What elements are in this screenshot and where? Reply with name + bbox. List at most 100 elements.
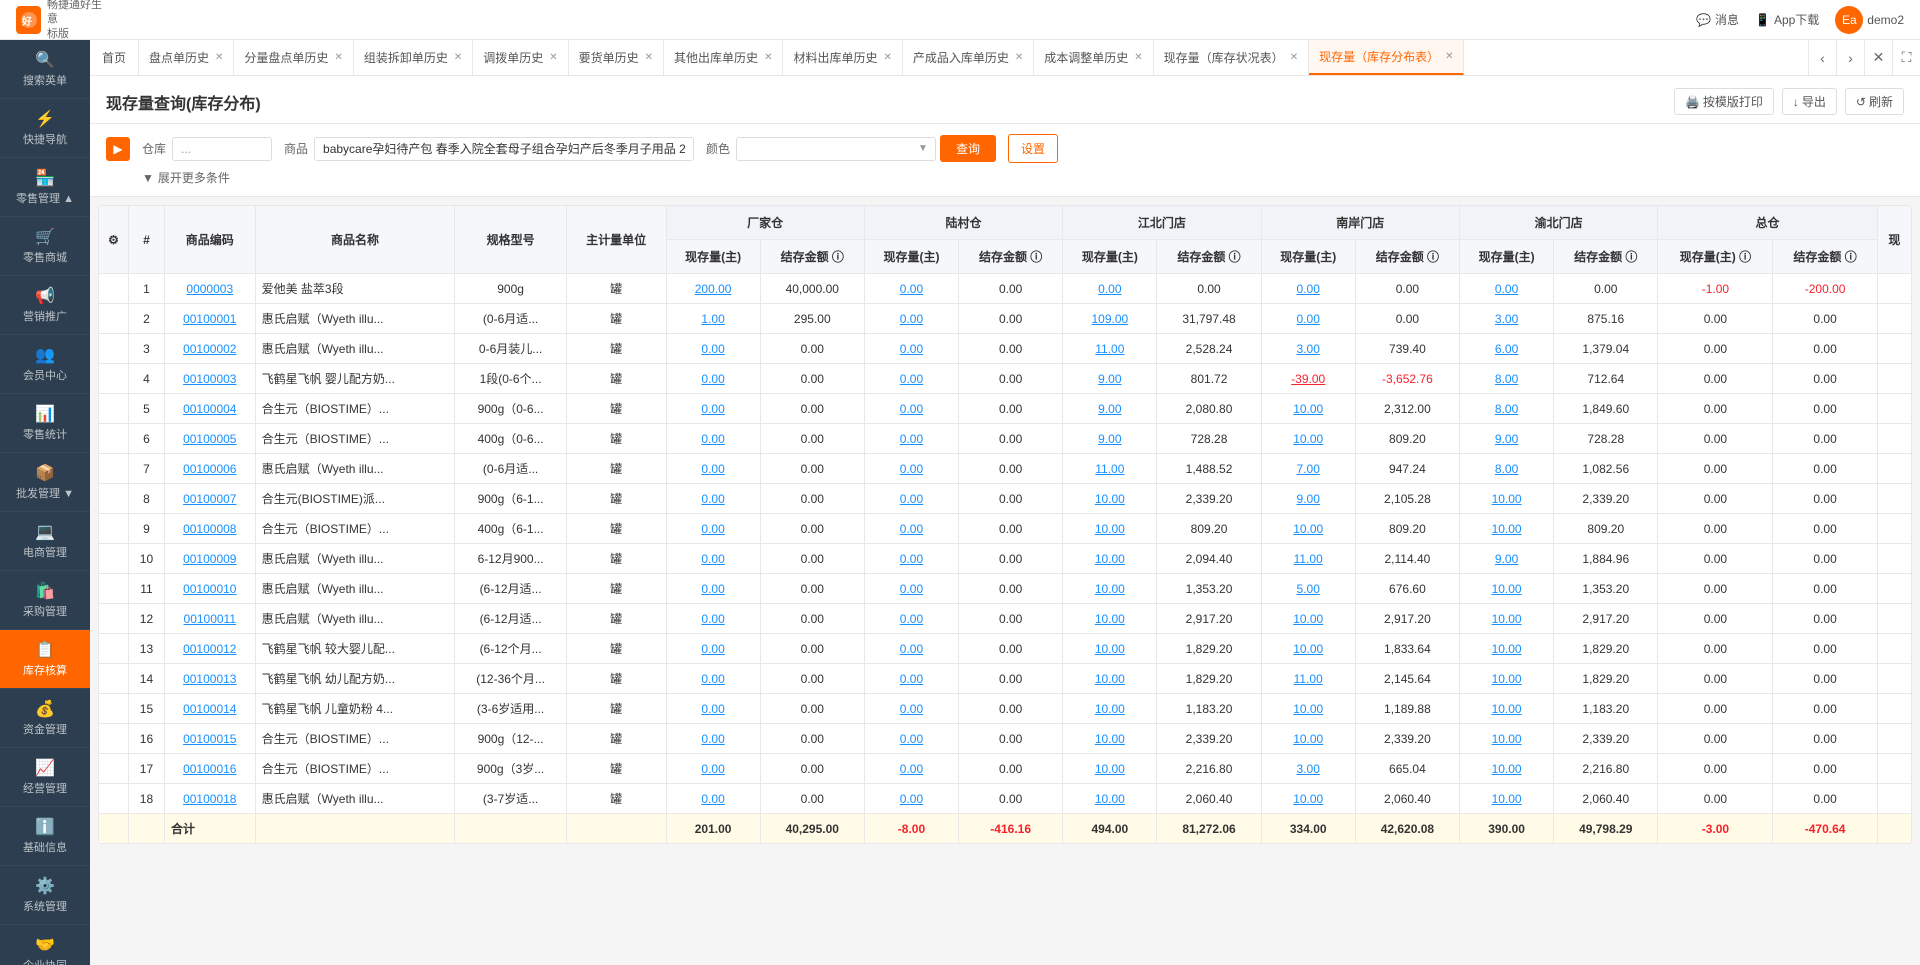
tab-close-icon[interactable]: ✕ (1015, 52, 1023, 63)
th-total-qty: 现存量(主) ⓘ (1658, 240, 1773, 274)
tab-cost-adjust[interactable]: 成本调整单历史 ✕ (1034, 40, 1153, 75)
tab-close-icon[interactable]: ✕ (549, 52, 557, 63)
system-icon: ⚙️ (0, 876, 90, 896)
member-icon: 👥 (0, 345, 90, 365)
th-lcc-qty: 现存量(主) (864, 240, 958, 274)
top-right-actions: 💬 消息 📱 App下载 Ea demo2 (1696, 6, 1904, 34)
th-namd-group: 南岸门店 (1261, 206, 1459, 240)
tab-other-out[interactable]: 其他出库单历史 ✕ (664, 40, 783, 75)
sidebar-item-quick-nav[interactable]: ⚡ 快捷导航 (0, 99, 90, 158)
filter-bar: ▶ 仓库 商品 颜色 ▼ 查询 设置 ▼ 展开更多条件 (90, 124, 1920, 197)
th-total-amt: 结存金额 ⓘ (1773, 240, 1877, 274)
top-bar: 好 畅捷通好生意 标版 💬 消息 📱 App下载 Ea demo2 (0, 0, 1920, 40)
tab-close-icon[interactable]: ✕ (334, 52, 342, 63)
th-unit: 主计量单位 (566, 206, 666, 274)
sidebar-item-system[interactable]: ⚙️ 系统管理 (0, 866, 90, 925)
th-settings: ⚙ (99, 206, 129, 274)
table-row: 200100001惠氏启赋（Wyeth illu...(0-6月适...罐1.0… (99, 304, 1912, 334)
tab-material-out[interactable]: 材料出库单历史 ✕ (783, 40, 902, 75)
table-row: 1600100015合生元（BIOSTIME）...900g（12-...罐0.… (99, 724, 1912, 754)
search-btn[interactable]: 查询 (940, 135, 996, 162)
expand-more-conditions[interactable]: ▼ 展开更多条件 (142, 169, 1904, 186)
tab-stock-dist[interactable]: 现存量（库存分布表） ✕ (1309, 40, 1464, 75)
warehouse-input[interactable] (172, 137, 272, 161)
th-yb-qty: 现存量(主) (1460, 240, 1554, 274)
tab-close-all-btn[interactable]: ✕ (1864, 40, 1892, 76)
color-input[interactable] (736, 137, 936, 161)
sidebar-item-retail-mgmt[interactable]: 🏪 零售管理 ▲ (0, 158, 90, 217)
tab-close-icon[interactable]: ✕ (883, 52, 891, 63)
app-download-btn[interactable]: 📱 App下载 (1755, 11, 1819, 28)
th-total-group: 总仓 (1658, 206, 1877, 240)
tab-close-icon[interactable]: ✕ (215, 52, 223, 63)
th-cjc-amt: 结存金额 ⓘ (760, 240, 864, 274)
search-icon: 🔍 (0, 50, 90, 70)
tab-product-in[interactable]: 产成品入库单历史 ✕ (903, 40, 1034, 75)
message-btn[interactable]: 💬 消息 (1696, 11, 1739, 28)
th-lcc-group: 陆村仓 (864, 206, 1062, 240)
quick-nav-icon: ⚡ (0, 109, 90, 129)
sidebar-item-basic-info[interactable]: ℹ️ 基础信息 (0, 807, 90, 866)
tab-qty-count[interactable]: 分量盘点单历史 ✕ (234, 40, 353, 75)
sidebar-item-retail-mall[interactable]: 🛒 零售商城 (0, 217, 90, 276)
table-row: 1300100012飞鹤星飞帆 较大婴儿配...(6-12个月...罐0.000… (99, 634, 1912, 664)
logo-icon: 好 (16, 6, 41, 34)
logo-text: 畅捷通好生意 标版 (47, 0, 106, 41)
operations-icon: 📈 (0, 758, 90, 778)
table-row: 900100008合生元（BIOSTIME）...400g（6-1...罐0.0… (99, 514, 1912, 544)
sidebar-item-operations[interactable]: 📈 经营管理 (0, 748, 90, 807)
purchase-icon: 🛍️ (0, 581, 90, 601)
marketing-icon: 📢 (0, 286, 90, 306)
sidebar-item-finance[interactable]: 💰 资金管理 (0, 689, 90, 748)
tab-close-icon[interactable]: ✕ (1290, 52, 1298, 63)
print-btn[interactable]: 🖨️ 按模版打印 (1674, 88, 1774, 115)
sidebar: 🔍 搜索英单 ⚡ 快捷导航 🏪 零售管理 ▲ 🛒 零售商城 📢 营销推广 👥 会… (0, 40, 90, 965)
tab-close-icon[interactable]: ✕ (454, 52, 462, 63)
sidebar-item-ecommerce[interactable]: 💻 电商管理 (0, 512, 90, 571)
table-row: 1800100018惠氏启赋（Wyeth illu...(3-7岁适...罐0.… (99, 784, 1912, 814)
export-btn[interactable]: ↓ 导出 (1782, 88, 1837, 115)
th-no: # (129, 206, 165, 274)
tab-close-icon[interactable]: ✕ (645, 52, 653, 63)
th-jbmd-group: 江北门店 (1063, 206, 1261, 240)
avatar: Ea (1835, 6, 1863, 34)
sidebar-item-inventory[interactable]: 📋 库存核算 (0, 630, 90, 689)
tab-prev-btn[interactable]: ‹ (1808, 40, 1836, 76)
sidebar-item-search[interactable]: 🔍 搜索英单 (0, 40, 90, 99)
table-row: 1200100011惠氏启赋（Wyeth illu...(6-12月适...罐0… (99, 604, 1912, 634)
sidebar-item-member[interactable]: 👥 会员中心 (0, 335, 90, 394)
setting-btn[interactable]: 设置 (1008, 134, 1058, 163)
tab-close-icon[interactable]: ✕ (1134, 52, 1142, 63)
tab-close-icon[interactable]: ✕ (764, 52, 772, 63)
table-container: ⚙ # 商品编码 商品名称 规格型号 主计量单位 厂家仓 陆村仓 江北门店 南岸… (98, 205, 1912, 844)
sidebar-item-marketing[interactable]: 📢 营销推广 (0, 276, 90, 335)
th-jbmd-qty: 现存量(主) (1063, 240, 1157, 274)
sidebar-item-cooperation[interactable]: 🤝 企业协同 (0, 925, 90, 965)
logo-area: 好 畅捷通好生意 标版 (16, 0, 106, 41)
tab-close-icon[interactable]: ✕ (1445, 51, 1453, 62)
page-actions: 🖨️ 按模版打印 ↓ 导出 ↺ 刷新 (1674, 88, 1904, 115)
tab-inventory-count[interactable]: 盘点单历史 ✕ (139, 40, 234, 75)
sidebar-item-purchase[interactable]: 🛍️ 采购管理 (0, 571, 90, 630)
tab-requisition[interactable]: 要货单历史 ✕ (569, 40, 664, 75)
th-name: 商品名称 (255, 206, 455, 274)
tab-home[interactable]: 首页 (90, 40, 139, 75)
refresh-btn[interactable]: ↺ 刷新 (1845, 88, 1904, 115)
sidebar-item-wholesale[interactable]: 📦 批发管理 ▼ (0, 453, 90, 512)
tab-next-btn[interactable]: › (1836, 40, 1864, 76)
filter-expand-btn[interactable]: ▶ (106, 137, 130, 161)
tab-expand-btn[interactable]: ⛶ (1892, 40, 1920, 76)
export-icon: ↓ (1793, 95, 1799, 109)
tab-assembly[interactable]: 组装拆卸单历史 ✕ (354, 40, 473, 75)
sidebar-item-retail-stats[interactable]: 📊 零售统计 (0, 394, 90, 453)
user-menu[interactable]: Ea demo2 (1835, 6, 1904, 34)
product-input[interactable] (314, 137, 694, 161)
th-spec: 规格型号 (455, 206, 567, 274)
tab-stock-status[interactable]: 现存量（库存状况表） ✕ (1154, 40, 1309, 75)
th-namd-amt: 结存金额 ⓘ (1355, 240, 1459, 274)
tab-transfer[interactable]: 调拨单历史 ✕ (473, 40, 568, 75)
table-row: 600100005合生元（BIOSTIME）...400g（0-6...罐0.0… (99, 424, 1912, 454)
table-row: 1700100016合生元（BIOSTIME）...900g（3岁...罐0.0… (99, 754, 1912, 784)
th-code: 商品编码 (164, 206, 255, 274)
warehouse-filter: 仓库 (142, 137, 272, 161)
